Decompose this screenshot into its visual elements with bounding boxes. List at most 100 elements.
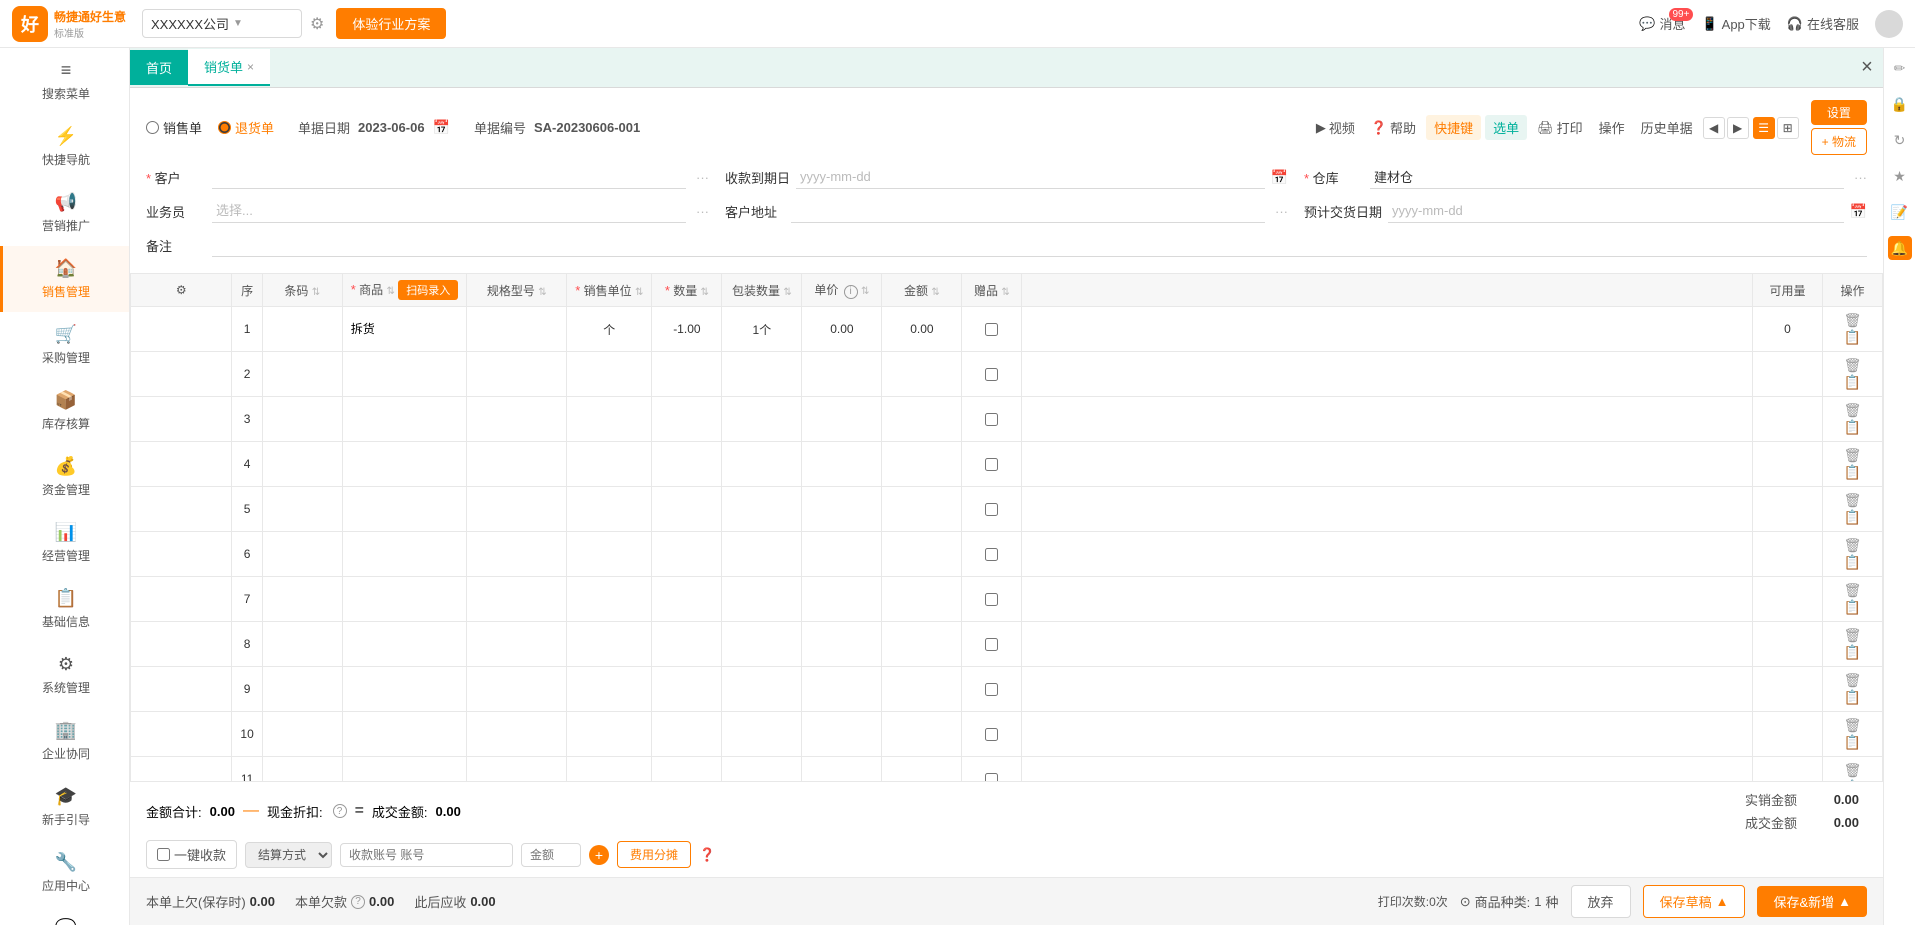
row-product-3[interactable] — [342, 442, 466, 487]
row-gift-2[interactable] — [962, 397, 1022, 442]
row-pack-5[interactable] — [722, 532, 802, 577]
row-pack-9[interactable] — [722, 712, 802, 757]
row-barcode-0[interactable] — [262, 307, 342, 352]
row-qty-0[interactable]: -1.00 — [652, 307, 722, 352]
row-amount-7[interactable] — [882, 622, 962, 667]
row-price-2[interactable] — [802, 397, 882, 442]
row-gift-8[interactable] — [962, 667, 1022, 712]
close-all-tab-button[interactable]: × — [1851, 52, 1883, 84]
row-product-7[interactable] — [342, 622, 466, 667]
row-gift-7[interactable] — [962, 622, 1022, 667]
message-item[interactable]: 💬 消息 99+ — [1639, 14, 1685, 33]
discount-info-icon[interactable]: ? — [333, 804, 347, 818]
row-spec-6[interactable] — [467, 577, 567, 622]
row-barcode-2[interactable] — [262, 397, 342, 442]
row-product-5[interactable] — [342, 532, 466, 577]
logistics-button[interactable]: + 物流 — [1811, 128, 1867, 155]
row-amount-9[interactable] — [882, 712, 962, 757]
next-arrow[interactable]: ▶ — [1727, 117, 1749, 139]
settings-button[interactable]: 设置 — [1811, 100, 1867, 125]
th-product[interactable]: * 商品 ⇅ 扫码录入 — [342, 274, 466, 307]
row-qty-3[interactable] — [652, 442, 722, 487]
row-pack-8[interactable] — [722, 667, 802, 712]
row-spec-7[interactable] — [467, 622, 567, 667]
row-pack-4[interactable] — [722, 487, 802, 532]
row-product-0[interactable] — [342, 307, 466, 352]
row-copy-icon-9[interactable]: 📋 — [1844, 734, 1861, 750]
right-panel-edit-icon[interactable]: ✏ — [1888, 56, 1912, 80]
right-panel-active-icon[interactable]: 🔔 — [1888, 236, 1912, 260]
right-panel-refresh-icon[interactable]: ↻ — [1888, 128, 1912, 152]
select-btn[interactable]: 选单 — [1485, 115, 1527, 140]
expected-delivery-calendar-icon[interactable]: 📅 — [1850, 203, 1867, 220]
row-price-4[interactable] — [802, 487, 882, 532]
row-barcode-9[interactable] — [262, 712, 342, 757]
help-btn[interactable]: ❓ 帮助 — [1365, 116, 1422, 139]
th-settings[interactable]: ⚙ — [131, 274, 232, 307]
row-delete-icon-7[interactable]: 🗑 — [1844, 627, 1862, 643]
row-amount-4[interactable] — [882, 487, 962, 532]
row-barcode-3[interactable] — [262, 442, 342, 487]
row-copy-icon-2[interactable]: 📋 — [1844, 419, 1861, 435]
row-qty-7[interactable] — [652, 622, 722, 667]
row-spec-4[interactable] — [467, 487, 567, 532]
row-delete-icon-1[interactable]: 🗑 — [1844, 357, 1862, 373]
prev-arrow[interactable]: ◀ — [1703, 117, 1725, 139]
row-gift-10[interactable] — [962, 757, 1022, 782]
row-product-10[interactable] — [342, 757, 466, 782]
row-barcode-10[interactable] — [262, 757, 342, 782]
return-radio-label[interactable]: 退货单 — [218, 118, 274, 137]
row-gift-9[interactable] — [962, 712, 1022, 757]
address-dots[interactable]: ··· — [1275, 204, 1288, 219]
right-panel-lock-icon[interactable]: 🔒 — [1888, 92, 1912, 116]
app-download-item[interactable]: 📱 App下载 — [1701, 14, 1770, 33]
video-btn[interactable]: ▶ 视频 — [1310, 116, 1361, 139]
row-price-8[interactable] — [802, 667, 882, 712]
row-product-9[interactable] — [342, 712, 466, 757]
row-copy-icon-4[interactable]: 📋 — [1844, 509, 1861, 525]
row-delete-icon-3[interactable]: 🗑 — [1844, 447, 1862, 463]
row-qty-6[interactable] — [652, 577, 722, 622]
row-delete-icon-2[interactable]: 🗑 — [1844, 402, 1862, 418]
row-amount-8[interactable] — [882, 667, 962, 712]
row-unit-7[interactable] — [567, 622, 652, 667]
history-btn[interactable]: 历史单据 — [1635, 116, 1699, 139]
warehouse-input[interactable] — [1370, 165, 1844, 189]
row-spec-10[interactable] — [467, 757, 567, 782]
row-spec-2[interactable] — [467, 397, 567, 442]
row-qty-5[interactable] — [652, 532, 722, 577]
row-delete-icon-9[interactable]: 🗑 — [1844, 717, 1862, 733]
row-delete-icon-5[interactable]: 🗑 — [1844, 537, 1862, 553]
tab-close-icon[interactable]: × — [247, 60, 254, 74]
shortcut-btn[interactable]: 快捷键 — [1426, 115, 1481, 140]
row-barcode-1[interactable] — [262, 352, 342, 397]
tab-home[interactable]: 首页 — [130, 50, 188, 85]
row-delete-icon-0[interactable]: 🗑 — [1844, 312, 1862, 328]
discard-button[interactable]: 放弃 — [1571, 885, 1631, 918]
row-barcode-6[interactable] — [262, 577, 342, 622]
row-pack-3[interactable] — [722, 442, 802, 487]
payment-due-input[interactable] — [796, 165, 1265, 189]
notes-input[interactable] — [212, 233, 1867, 257]
row-unit-3[interactable] — [567, 442, 652, 487]
sidebar-item-apps[interactable]: 🔧 应用中心 — [0, 840, 129, 906]
row-price-10[interactable] — [802, 757, 882, 782]
row-pack-7[interactable] — [722, 622, 802, 667]
payment-method-select[interactable]: 结算方式 — [245, 842, 332, 868]
row-spec-3[interactable] — [467, 442, 567, 487]
row-copy-icon-7[interactable]: 📋 — [1844, 644, 1861, 660]
row-delete-icon-4[interactable]: 🗑 — [1844, 492, 1862, 508]
row-amount-2[interactable] — [882, 397, 962, 442]
row-pack-10[interactable] — [722, 757, 802, 782]
row-copy-icon-1[interactable]: 📋 — [1844, 374, 1861, 390]
row-spec-8[interactable] — [467, 667, 567, 712]
salesperson-input[interactable] — [212, 199, 686, 223]
doc-owed-help-icon[interactable]: ? — [351, 895, 365, 909]
th-barcode[interactable]: 条码 ⇅ — [262, 274, 342, 307]
amount-input[interactable] — [521, 843, 581, 867]
row-spec-9[interactable] — [467, 712, 567, 757]
customer-address-input[interactable] — [791, 199, 1265, 223]
trial-button[interactable]: 体验行业方案 — [336, 8, 446, 39]
row-pack-1[interactable] — [722, 352, 802, 397]
list-view-icon[interactable]: ☰ — [1753, 117, 1775, 139]
